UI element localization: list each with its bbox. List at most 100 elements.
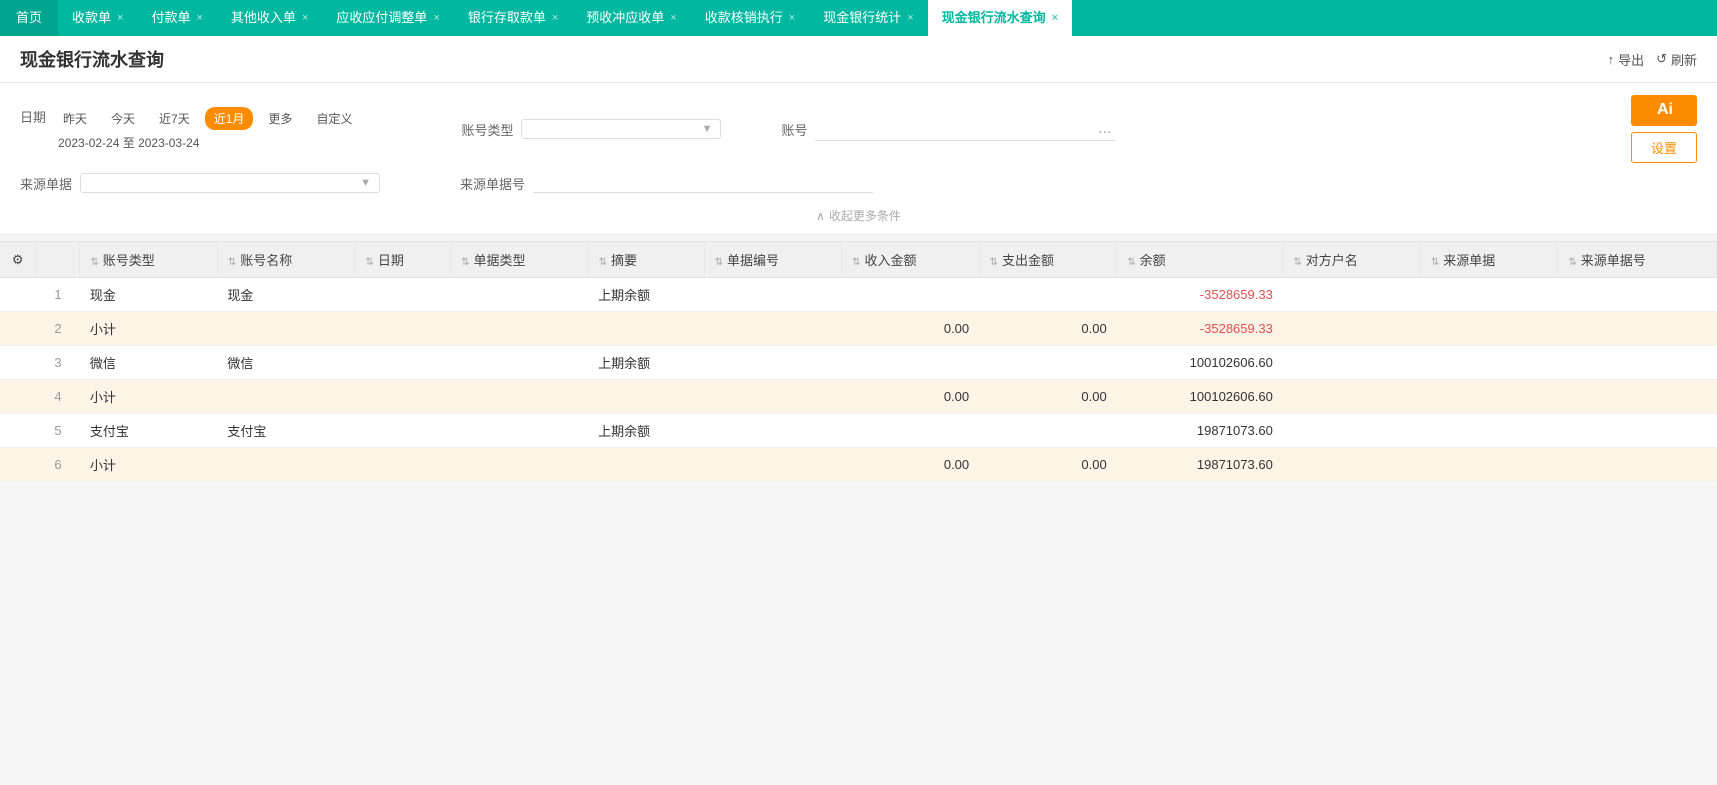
nav-tab-4[interactable]: 应收应付调整单 × (322, 0, 453, 36)
row-account-name: 微信 (217, 346, 355, 380)
close-icon[interactable]: × (670, 0, 676, 36)
account-type-select[interactable]: ▼ (521, 119, 721, 139)
row-doc-no (704, 278, 842, 312)
refresh-icon: ↺ (1656, 51, 1667, 67)
date-1month[interactable]: 近1月 (205, 107, 254, 130)
nav-tab-8[interactable]: 现金银行统计 × (809, 0, 927, 36)
table-row[interactable]: 5 支付宝 支付宝 上期余额 19871073.60 (0, 414, 1717, 448)
row-num-cell: 4 (36, 380, 80, 414)
th-doc-type[interactable]: ⇅单据类型 (451, 242, 589, 278)
table-row[interactable]: 1 现金 现金 上期余额 -3528659.33 (0, 278, 1717, 312)
date-7days[interactable]: 近7天 (150, 107, 199, 130)
close-icon[interactable]: × (789, 0, 795, 36)
ai-assistant-button[interactable]: Ai (1643, 97, 1687, 123)
row-num-cell: 3 (36, 346, 80, 380)
close-icon[interactable]: × (552, 0, 558, 36)
date-custom[interactable]: 自定义 (307, 107, 361, 130)
row-doc-type (451, 346, 589, 380)
th-date[interactable]: ⇅日期 (355, 242, 451, 278)
account-input[interactable] (815, 121, 1098, 136)
date-today[interactable]: 今天 (102, 107, 144, 130)
nav-tab-6[interactable]: 预收冲应收单 × (572, 0, 690, 36)
row-counterparty (1283, 414, 1421, 448)
row-account-name: 支付宝 (217, 414, 355, 448)
nav-tab-2[interactable]: 付款单 × (137, 0, 216, 36)
date-more[interactable]: 更多 (259, 107, 301, 130)
close-icon[interactable]: × (302, 0, 308, 36)
account-type-label: 账号类型 (461, 120, 513, 139)
close-icon[interactable]: × (117, 0, 123, 36)
row-source-doc (1420, 380, 1558, 414)
nav-tab-9[interactable]: 现金银行流水查询 × (928, 0, 1072, 36)
th-doc-no[interactable]: ⇅单据编号 (704, 242, 842, 278)
row-settings-cell (0, 312, 36, 346)
nav-tab-1[interactable]: 收款单 × (58, 0, 137, 36)
source-doc-select[interactable]: ▼ (80, 173, 380, 193)
row-date (355, 278, 451, 312)
th-summary[interactable]: ⇅摘要 (588, 242, 704, 278)
date-range-display: 2023-02-24 至 2023-03-24 (58, 134, 361, 151)
th-counterparty[interactable]: ⇅对方户名 (1283, 242, 1421, 278)
close-icon[interactable]: × (1052, 0, 1058, 36)
refresh-button[interactable]: ↺ 刷新 (1656, 50, 1697, 69)
chevron-down-icon: ▼ (702, 123, 713, 135)
th-income[interactable]: ⇅收入金额 (842, 242, 980, 278)
th-account-name[interactable]: ⇅账号名称 (217, 242, 355, 278)
row-doc-type (451, 414, 589, 448)
account-type-group: 账号类型 ▼ (461, 119, 721, 139)
settings-button[interactable]: 设置 (1631, 132, 1697, 163)
row-counterparty (1283, 380, 1421, 414)
row-account-name (217, 380, 355, 414)
nav-home[interactable]: 首页 (0, 0, 58, 36)
nav-tab-5[interactable]: 银行存取款单 × (454, 0, 572, 36)
table-row[interactable]: 4 小计 0.00 0.00 100102606.60 (0, 380, 1717, 414)
collapse-bar[interactable]: ∧ 收起更多条件 (20, 203, 1697, 226)
row-num-cell: 1 (36, 278, 80, 312)
close-icon[interactable]: × (196, 0, 202, 36)
th-source-doc-no[interactable]: ⇅来源单据号 (1558, 242, 1717, 278)
th-balance[interactable]: ⇅余额 (1117, 242, 1283, 278)
th-row-num (36, 242, 80, 278)
row-expense: 0.00 (979, 312, 1117, 346)
row-date (355, 414, 451, 448)
row-expense: 0.00 (979, 380, 1117, 414)
th-settings[interactable]: ⚙ (0, 242, 36, 278)
row-source-doc-no (1558, 346, 1717, 380)
row-expense: 0.00 (979, 448, 1117, 482)
row-counterparty (1283, 312, 1421, 346)
export-button[interactable]: ↑ 导出 (1608, 50, 1645, 69)
row-doc-type (451, 380, 589, 414)
row-date (355, 380, 451, 414)
close-icon[interactable]: × (907, 0, 913, 36)
row-doc-type (451, 448, 589, 482)
source-doc-num-input[interactable] (533, 175, 873, 190)
nav-tab-3[interactable]: 其他收入单 × (217, 0, 322, 36)
th-account-type[interactable]: ⇅账号类型 (80, 242, 218, 278)
row-source-doc-no (1558, 380, 1717, 414)
nav-tab-7[interactable]: 收款核销执行 × (691, 0, 809, 36)
source-doc-label: 来源单据 (20, 174, 72, 193)
row-source-doc (1420, 278, 1558, 312)
export-icon: ↑ (1608, 52, 1615, 67)
account-dots-button[interactable]: ... (1098, 120, 1111, 138)
table-body: 1 现金 现金 上期余额 -3528659.33 2 小计 0.00 0.00 … (0, 278, 1717, 482)
row-counterparty (1283, 346, 1421, 380)
close-icon[interactable]: × (433, 0, 439, 36)
row-settings-cell (0, 448, 36, 482)
row-summary (588, 448, 704, 482)
row-income (842, 278, 980, 312)
row-summary: 上期余额 (588, 346, 704, 380)
th-source-doc[interactable]: ⇅来源单据 (1420, 242, 1558, 278)
source-doc-num-label: 来源单据号 (460, 174, 525, 193)
row-num-cell: 2 (36, 312, 80, 346)
row-account-name (217, 448, 355, 482)
table-row[interactable]: 3 微信 微信 上期余额 100102606.60 (0, 346, 1717, 380)
row-summary: 上期余额 (588, 414, 704, 448)
table-row[interactable]: 2 小计 0.00 0.00 -3528659.33 (0, 312, 1717, 346)
table-row[interactable]: 6 小计 0.00 0.00 19871073.60 (0, 448, 1717, 482)
row-source-doc-no (1558, 414, 1717, 448)
row-counterparty (1283, 448, 1421, 482)
date-yesterday[interactable]: 昨天 (54, 107, 96, 130)
row-balance: 100102606.60 (1117, 346, 1283, 380)
th-expense[interactable]: ⇅支出金额 (979, 242, 1117, 278)
